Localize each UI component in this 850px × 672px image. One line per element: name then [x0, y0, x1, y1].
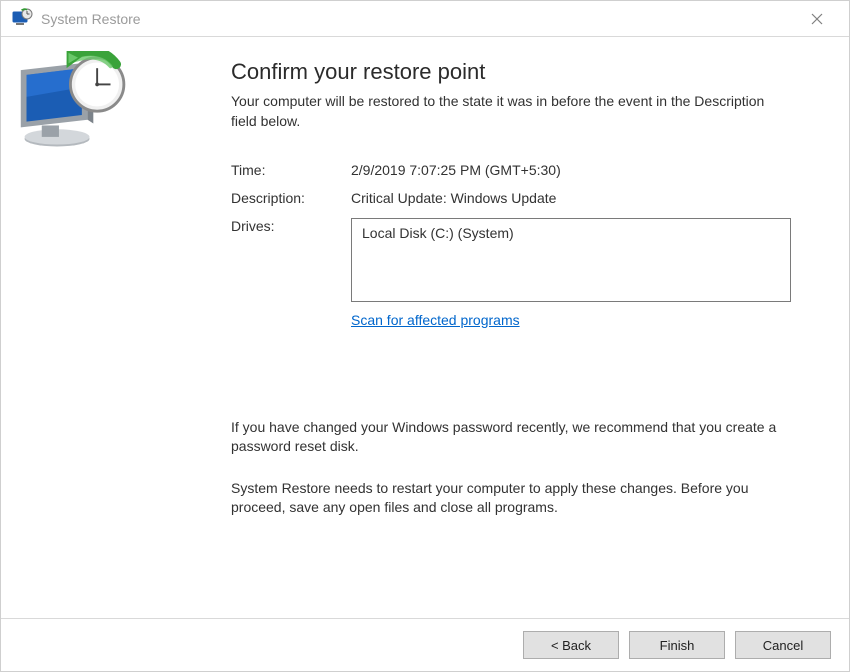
drives-row: Drives: Local Disk (C:) (System): [231, 218, 809, 302]
time-label: Time:: [231, 162, 351, 178]
content-pane: Confirm your restore point Your computer…: [136, 37, 849, 618]
drives-item: Local Disk (C:) (System): [362, 225, 780, 241]
description-row: Description: Critical Update: Windows Up…: [231, 190, 809, 206]
window-title: System Restore: [41, 11, 141, 27]
close-icon: [811, 13, 823, 25]
footer: < Back Finish Cancel: [1, 619, 849, 671]
page-heading: Confirm your restore point: [231, 59, 809, 85]
restart-note: System Restore needs to restart your com…: [231, 479, 809, 518]
page-subheading: Your computer will be restored to the st…: [231, 91, 809, 132]
time-value: 2/9/2019 7:07:25 PM (GMT+5:30): [351, 162, 809, 178]
password-note: If you have changed your Windows passwor…: [231, 418, 809, 457]
app-icon: [11, 8, 33, 30]
drives-label: Drives:: [231, 218, 351, 302]
notes: If you have changed your Windows passwor…: [231, 418, 809, 518]
wizard-body: Confirm your restore point Your computer…: [1, 37, 849, 619]
system-restore-window: System Restore: [0, 0, 850, 672]
drives-listbox[interactable]: Local Disk (C:) (System): [351, 218, 791, 302]
titlebar: System Restore: [1, 1, 849, 37]
time-row: Time: 2/9/2019 7:07:25 PM (GMT+5:30): [231, 162, 809, 178]
cancel-button[interactable]: Cancel: [735, 631, 831, 659]
system-restore-icon: [11, 51, 126, 161]
back-button[interactable]: < Back: [523, 631, 619, 659]
scan-affected-programs-link[interactable]: Scan for affected programs: [351, 312, 520, 328]
description-label: Description:: [231, 190, 351, 206]
description-value: Critical Update: Windows Update: [351, 190, 809, 206]
info-table: Time: 2/9/2019 7:07:25 PM (GMT+5:30) Des…: [231, 162, 809, 328]
left-pane: [1, 37, 136, 618]
close-button[interactable]: [795, 4, 839, 34]
finish-button[interactable]: Finish: [629, 631, 725, 659]
